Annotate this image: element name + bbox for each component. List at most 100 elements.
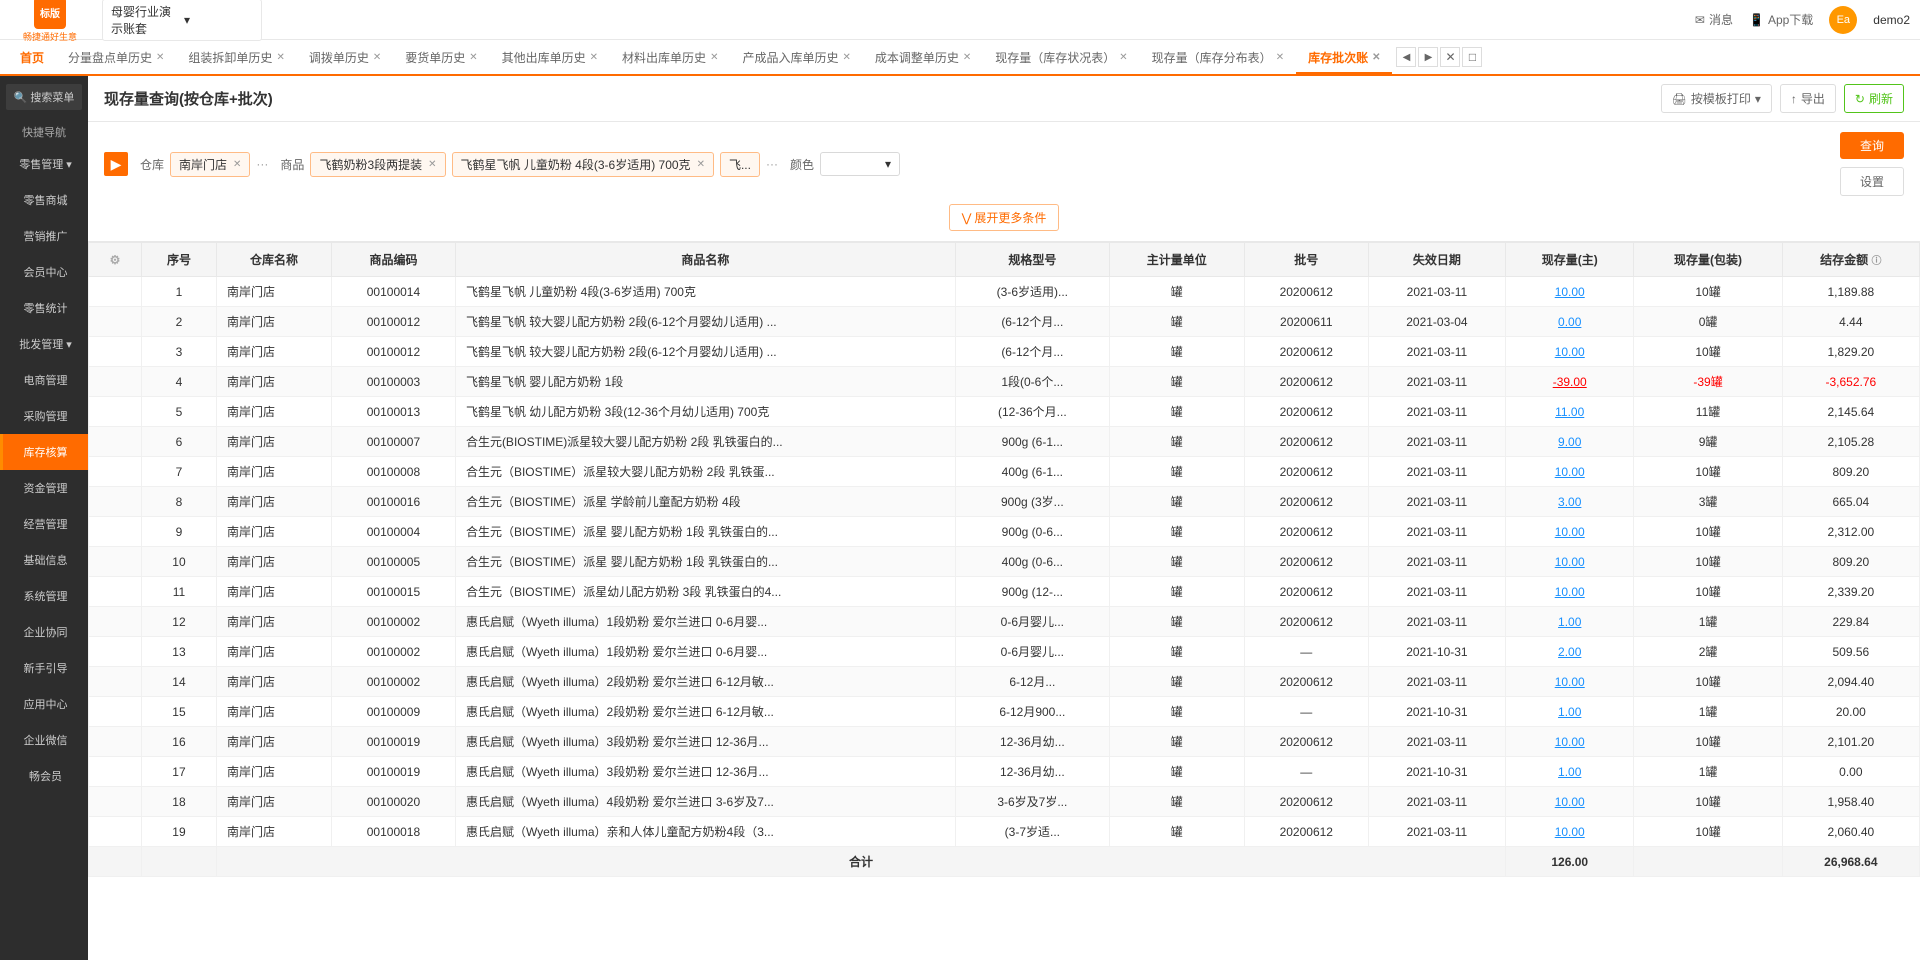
sidebar-search-btn[interactable]: 🔍 搜索菜单 bbox=[6, 84, 82, 110]
nav-tab-yao-huo[interactable]: 要货单历史 ✕ bbox=[393, 43, 489, 74]
filter-color: 颜色 ▾ bbox=[790, 152, 900, 176]
close-yao-huo[interactable]: ✕ bbox=[469, 52, 477, 63]
sidebar-item-jing-ying[interactable]: 经营管理 bbox=[0, 506, 88, 542]
sidebar-item-xi-tong[interactable]: 系统管理 bbox=[0, 578, 88, 614]
cell-qty-main[interactable]: 10.00 bbox=[1506, 517, 1634, 547]
cell-name: 合生元（BIOSTIME）派星幼儿配方奶粉 3段 乳铁蛋白的4... bbox=[455, 577, 955, 607]
query-btn[interactable]: 查询 bbox=[1840, 132, 1904, 159]
sidebar-item-ling-shou-shang-cheng[interactable]: 零售商城 bbox=[0, 182, 88, 218]
cell-qty-main[interactable]: 10.00 bbox=[1506, 817, 1634, 847]
cell-qty-main[interactable]: 10.00 bbox=[1506, 667, 1634, 697]
sidebar-item-xin-shou[interactable]: 新手引导 bbox=[0, 650, 88, 686]
cell-qty-main[interactable]: 2.00 bbox=[1506, 637, 1634, 667]
cell-qty-main[interactable]: 1.00 bbox=[1506, 757, 1634, 787]
gear-icon[interactable]: ⚙ bbox=[110, 253, 121, 267]
balance-info-icon[interactable]: ⓘ bbox=[1872, 256, 1882, 267]
cell-qty-main[interactable]: 1.00 bbox=[1506, 607, 1634, 637]
sidebar-item-hui-yuan[interactable]: 会员中心 bbox=[0, 254, 88, 290]
sidebar-item-qi-ye-wei-xin[interactable]: 企业微信 bbox=[0, 722, 88, 758]
col-gear[interactable]: ⚙ bbox=[89, 243, 142, 277]
table-row: 8 南岸门店 00100016 合生元（BIOSTIME）派星 学龄前儿童配方奶… bbox=[89, 487, 1920, 517]
nav-tab-chan-pin-ru[interactable]: 产成品入库单历史 ✕ bbox=[730, 43, 862, 74]
sidebar-item-ku-cun-he-suan[interactable]: 库存核算 bbox=[0, 434, 88, 470]
nav-tab-cai-liao-chu[interactable]: 材料出库单历史 ✕ bbox=[610, 43, 730, 74]
cell-qty-main[interactable]: 9.00 bbox=[1506, 427, 1634, 457]
sidebar-item-ji-chu[interactable]: 基础信息 bbox=[0, 542, 88, 578]
cell-qty-main[interactable]: 3.00 bbox=[1506, 487, 1634, 517]
sidebar-item-qi-ye-xie-tong[interactable]: 企业协同 bbox=[0, 614, 88, 650]
nav-close-all[interactable]: ✕ bbox=[1440, 47, 1460, 67]
nav-tab-fen-pan[interactable]: 分量盘点单历史 ✕ bbox=[56, 43, 176, 74]
cell-qty-main[interactable]: 10.00 bbox=[1506, 457, 1634, 487]
warehouse-tag-remove[interactable]: ✕ bbox=[233, 159, 241, 170]
cell-expiry: 2021-03-11 bbox=[1368, 547, 1505, 577]
sidebar-nav-label[interactable]: 快捷导航 bbox=[0, 118, 88, 146]
cell-qty-main[interactable]: 11.00 bbox=[1506, 397, 1634, 427]
expand-conditions-btn[interactable]: ⋁ 展开更多条件 bbox=[949, 204, 1060, 231]
close-cai-liao-chu[interactable]: ✕ bbox=[710, 52, 718, 63]
cell-name: 合生元（BIOSTIME）派星 学龄前儿童配方奶粉 4段 bbox=[455, 487, 955, 517]
close-xian-cun-fen[interactable]: ✕ bbox=[1276, 52, 1284, 63]
close-xian-cun-ku[interactable]: ✕ bbox=[1119, 52, 1127, 63]
nav-tab-qi-ta-chu[interactable]: 其他出库单历史 ✕ bbox=[490, 43, 610, 74]
cell-qty-main[interactable]: 10.00 bbox=[1506, 727, 1634, 757]
cell-spec: 400g (6-1... bbox=[955, 457, 1109, 487]
nav-tab-ku-cun-pi-ci[interactable]: 库存批次账 ✕ bbox=[1296, 43, 1392, 74]
cell-qty-main[interactable]: 1.00 bbox=[1506, 697, 1634, 727]
sidebar-item-chang-hui-yuan[interactable]: 畅会员 bbox=[0, 758, 88, 794]
sidebar-item-ling-shou-tong-ji[interactable]: 零售统计 bbox=[0, 290, 88, 326]
nav-tab-tiao-bo[interactable]: 调拨单历史 ✕ bbox=[297, 43, 393, 74]
nav-maximize[interactable]: □ bbox=[1462, 47, 1482, 67]
refresh-btn[interactable]: ↻ 刷新 bbox=[1844, 84, 1904, 113]
nav-prev-arrow[interactable]: ◀ bbox=[1396, 47, 1416, 67]
cell-qty-main[interactable]: 10.00 bbox=[1506, 337, 1634, 367]
nav-next-arrow[interactable]: ▶ bbox=[1418, 47, 1438, 67]
close-zu-chai[interactable]: ✕ bbox=[276, 52, 284, 63]
cell-qty-main[interactable]: 0.00 bbox=[1506, 307, 1634, 337]
nav-tab-xian-cun-ku[interactable]: 现存量（库存状况表）✕ bbox=[983, 43, 1139, 74]
cell-qty-main[interactable]: 10.00 bbox=[1506, 547, 1634, 577]
export-btn[interactable]: ↑ 导出 bbox=[1780, 84, 1836, 113]
app-download-btn[interactable]: 📱 App下载 bbox=[1749, 11, 1813, 28]
product-tag-2-remove[interactable]: ✕ bbox=[697, 159, 705, 170]
cell-qty-main[interactable]: 10.00 bbox=[1506, 577, 1634, 607]
close-qi-ta-chu[interactable]: ✕ bbox=[590, 52, 598, 63]
industry-select[interactable]: 母婴行业演示账套 ▾ bbox=[102, 0, 262, 41]
cell-qty-main[interactable]: -39.00 bbox=[1506, 367, 1634, 397]
nav-tab-zu-chai[interactable]: 组装拆卸单历史 ✕ bbox=[176, 43, 296, 74]
warehouse-more[interactable]: ··· bbox=[256, 157, 268, 171]
close-chan-pin-ru[interactable]: ✕ bbox=[842, 52, 850, 63]
setting-btn[interactable]: 设置 bbox=[1840, 167, 1904, 196]
cell-spec: 400g (0-6... bbox=[955, 547, 1109, 577]
sidebar-item-dian-shang[interactable]: 电商管理 bbox=[0, 362, 88, 398]
sidebar-item-ling-shou[interactable]: 零售管理 ▾ bbox=[0, 146, 88, 182]
product-more[interactable]: ··· bbox=[766, 157, 778, 171]
cell-unit: 罐 bbox=[1109, 337, 1244, 367]
color-select[interactable]: ▾ bbox=[820, 152, 900, 176]
close-tiao-bo[interactable]: ✕ bbox=[373, 52, 381, 63]
cell-expiry: 2021-03-04 bbox=[1368, 307, 1505, 337]
close-cheng-ben-tiao[interactable]: ✕ bbox=[963, 52, 971, 63]
sidebar-item-cai-gou[interactable]: 采购管理 bbox=[0, 398, 88, 434]
nav-tab-xian-cun-fen[interactable]: 现存量（库存分布表）✕ bbox=[1140, 43, 1296, 74]
close-ku-cun-pi-ci[interactable]: ✕ bbox=[1372, 52, 1380, 63]
close-fen-pan[interactable]: ✕ bbox=[156, 52, 164, 63]
export-icon: ↑ bbox=[1791, 92, 1797, 106]
product-tag-1-remove[interactable]: ✕ bbox=[428, 159, 436, 170]
nav-tab-cheng-ben-tiao[interactable]: 成本调整单历史 ✕ bbox=[863, 43, 983, 74]
cell-qty-main[interactable]: 10.00 bbox=[1506, 787, 1634, 817]
print-btn[interactable]: 🖨 按模板打印 ▾ bbox=[1661, 84, 1772, 113]
nav-tab-home[interactable]: 首页 bbox=[8, 43, 56, 74]
cell-qty-pkg: -39罐 bbox=[1634, 367, 1782, 397]
sidebar-item-ying-yong[interactable]: 应用中心 bbox=[0, 686, 88, 722]
cell-qty-pkg: 10罐 bbox=[1634, 817, 1782, 847]
cell-qty-main[interactable]: 10.00 bbox=[1506, 277, 1634, 307]
filter-collapse-btn[interactable]: ▶ bbox=[104, 152, 128, 176]
sidebar-item-zi-jin[interactable]: 资金管理 bbox=[0, 470, 88, 506]
cell-batch: — bbox=[1244, 757, 1368, 787]
sidebar-item-ying-xiao[interactable]: 营销推广 bbox=[0, 218, 88, 254]
avatar[interactable]: Ea bbox=[1829, 6, 1857, 34]
cell-balance: 20.00 bbox=[1782, 697, 1919, 727]
message-btn[interactable]: ✉ 消息 bbox=[1695, 11, 1733, 28]
sidebar-item-pi-fa[interactable]: 批发管理 ▾ bbox=[0, 326, 88, 362]
